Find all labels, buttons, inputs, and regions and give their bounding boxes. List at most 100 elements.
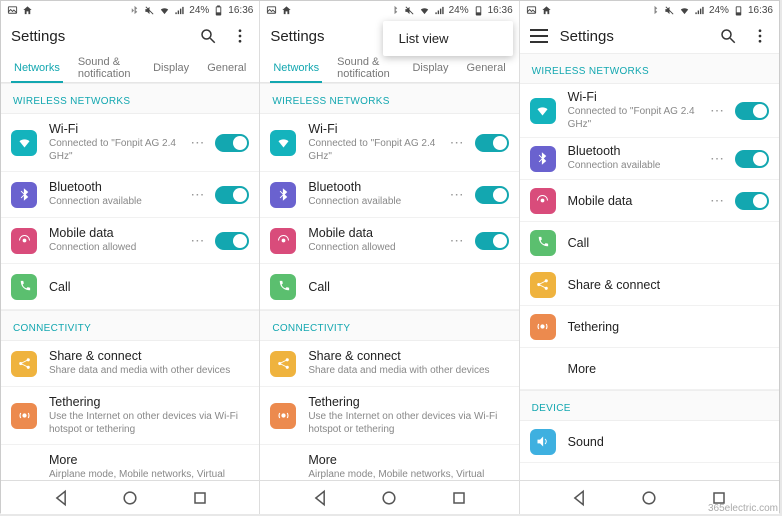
row-title: Share & connect — [308, 349, 508, 363]
bluetooth-toggle[interactable] — [735, 150, 769, 168]
picture-icon — [266, 5, 277, 16]
section-connectivity: CONNECTIVITY — [260, 310, 518, 341]
mobile-data-toggle[interactable] — [735, 192, 769, 210]
overflow-dots[interactable]: ⋯ — [444, 134, 471, 151]
wifi-toggle[interactable] — [735, 102, 769, 120]
back-button[interactable] — [569, 488, 589, 508]
settings-list: WIRELESS NETWORKS Wi-Fi Connected to "Fo… — [260, 83, 518, 480]
row-share-connect[interactable]: Share & connect — [520, 264, 779, 306]
sound-icon — [530, 429, 556, 455]
row-tethering[interactable]: Tethering — [520, 306, 779, 348]
recent-button[interactable] — [190, 488, 210, 508]
tab-general[interactable]: General — [458, 53, 515, 82]
home-button[interactable] — [379, 488, 399, 508]
row-call[interactable]: Call — [520, 222, 779, 264]
section-wireless: WIRELESS NETWORKS — [1, 83, 259, 114]
row-sub: Connected to "Fonpit AG 2.4 GHz" — [568, 106, 704, 131]
picture-icon — [526, 5, 537, 16]
back-button[interactable] — [310, 488, 330, 508]
watermark: 365electric.com — [708, 503, 778, 514]
overflow-menu: List view — [383, 21, 513, 56]
row-mobile-data[interactable]: Mobile data Connection allowed ⋯ — [1, 218, 259, 264]
overflow-dots[interactable]: ⋯ — [444, 186, 471, 203]
nav-bar — [1, 480, 259, 514]
row-more[interactable]: More Airplane mode, Mobile networks, Vir… — [1, 445, 259, 480]
picture-icon — [7, 5, 18, 16]
row-share-connect[interactable]: Share & connect Share data and media wit… — [260, 341, 518, 387]
row-title: More — [308, 453, 508, 467]
battery-icon — [733, 5, 744, 16]
tab-general[interactable]: General — [198, 53, 255, 82]
tab-display[interactable]: Display — [144, 53, 198, 82]
row-wifi[interactable]: Wi-Fi Connected to "Fonpit AG 2.4 GHz" ⋯ — [1, 114, 259, 172]
bluetooth-toggle[interactable] — [215, 186, 249, 204]
overflow-icon[interactable] — [231, 27, 249, 45]
tab-sound[interactable]: Sound & notification — [69, 53, 144, 82]
row-call[interactable]: Call — [1, 264, 259, 310]
home-button[interactable] — [120, 488, 140, 508]
battery-percent: 24% — [449, 5, 469, 16]
status-bar: 24% 16:36 — [1, 1, 259, 19]
wifi-status-icon — [419, 5, 430, 16]
overflow-dots[interactable]: ⋯ — [444, 232, 471, 249]
row-share-connect[interactable]: Share & connect Share data and media wit… — [1, 341, 259, 387]
home-button[interactable] — [639, 488, 659, 508]
bluetooth-status-icon — [129, 5, 140, 16]
section-wireless: WIRELESS NETWORKS — [260, 83, 518, 114]
row-wifi[interactable]: Wi-Fi Connected to "Fonpit AG 2.4 GHz" ⋯ — [260, 114, 518, 172]
overflow-dots[interactable]: ⋯ — [704, 150, 731, 167]
overflow-dots[interactable]: ⋯ — [184, 186, 211, 203]
row-tethering[interactable]: Tethering Use the Internet on other devi… — [260, 387, 518, 445]
row-bluetooth[interactable]: Bluetooth Connection available ⋯ — [1, 172, 259, 218]
row-sub: Share data and media with other devices — [308, 365, 508, 378]
screen-list-view: 24% 16:36 Settings WIRELESS NETWORKS Wi-… — [520, 1, 779, 514]
app-bar: Settings — [1, 19, 259, 53]
back-button[interactable] — [51, 488, 71, 508]
row-title: Call — [568, 236, 769, 250]
overflow-dots[interactable]: ⋯ — [704, 102, 731, 119]
tab-display[interactable]: Display — [403, 53, 457, 82]
clock: 16:36 — [488, 5, 513, 16]
row-title: Mobile data — [49, 226, 184, 240]
wifi-toggle[interactable] — [475, 134, 509, 152]
share-icon — [530, 272, 556, 298]
bluetooth-toggle[interactable] — [475, 186, 509, 204]
mobile-data-toggle[interactable] — [475, 232, 509, 250]
page-title: Settings — [560, 28, 719, 45]
tabs: Networks Sound & notification Display Ge… — [1, 53, 259, 83]
row-title: Wi-Fi — [308, 122, 443, 136]
row-bluetooth[interactable]: Bluetooth Connection available ⋯ — [520, 138, 779, 180]
overflow-dots[interactable]: ⋯ — [184, 232, 211, 249]
tethering-icon — [270, 403, 296, 429]
row-more[interactable]: More Airplane mode, Mobile networks, Vir… — [260, 445, 518, 480]
menu-item-list-view[interactable]: List view — [399, 31, 497, 46]
row-sub: Connection available — [568, 160, 704, 173]
row-title: Wi-Fi — [568, 90, 704, 104]
search-icon[interactable] — [199, 27, 217, 45]
recent-button[interactable] — [449, 488, 469, 508]
page-title: Settings — [11, 28, 199, 45]
row-tethering[interactable]: Tethering Use the Internet on other devi… — [1, 387, 259, 445]
status-bar: 24% 16:36 — [520, 1, 779, 19]
drawer-icon[interactable] — [530, 29, 548, 43]
mobile-data-toggle[interactable] — [215, 232, 249, 250]
tab-networks[interactable]: Networks — [264, 53, 328, 82]
row-call[interactable]: Call — [260, 264, 518, 310]
row-sub: Connection available — [49, 196, 184, 209]
row-more[interactable]: More — [520, 348, 779, 390]
wifi-toggle[interactable] — [215, 134, 249, 152]
overflow-dots[interactable]: ⋯ — [184, 134, 211, 151]
row-wifi[interactable]: Wi-Fi Connected to "Fonpit AG 2.4 GHz" ⋯ — [520, 84, 779, 138]
search-icon[interactable] — [719, 27, 737, 45]
row-bluetooth[interactable]: Bluetooth Connection available ⋯ — [260, 172, 518, 218]
overflow-icon[interactable] — [751, 27, 769, 45]
mute-icon — [144, 5, 155, 16]
tab-sound[interactable]: Sound & notification — [328, 53, 403, 82]
row-sub: Airplane mode, Mobile networks, Virtual — [308, 469, 508, 480]
row-mobile-data[interactable]: Mobile data ⋯ — [520, 180, 779, 222]
row-sound[interactable]: Sound — [520, 421, 779, 463]
row-mobile-data[interactable]: Mobile data Connection allowed ⋯ — [260, 218, 518, 264]
home-icon — [22, 5, 33, 16]
tab-networks[interactable]: Networks — [5, 53, 69, 82]
overflow-dots[interactable]: ⋯ — [704, 192, 731, 209]
